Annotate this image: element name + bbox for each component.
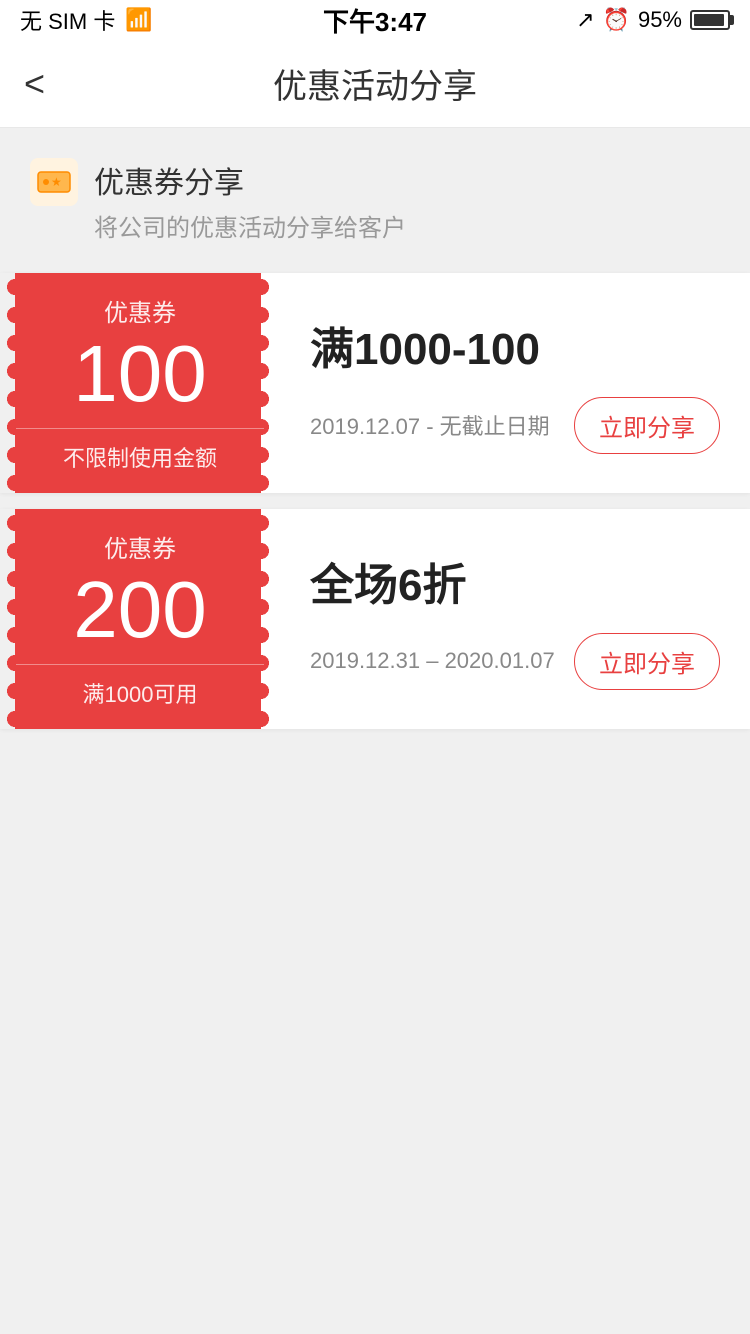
coupon-amount-1: 200 bbox=[73, 570, 206, 650]
status-right: ↗ ⏰ 95% bbox=[576, 7, 730, 33]
coupon-condition-1: 满1000可用 bbox=[16, 664, 264, 709]
coupon-label-0: 优惠券 bbox=[104, 293, 176, 328]
coupon-name-1: 全场6折 bbox=[310, 549, 720, 613]
alarm-icon: ⏰ bbox=[603, 7, 630, 33]
status-left: 无 SIM 卡 📶 bbox=[20, 4, 153, 36]
section-subtitle: 将公司的优惠活动分享给客户 bbox=[94, 208, 406, 243]
status-time: 下午3:47 bbox=[323, 2, 427, 39]
carrier-label: 无 SIM 卡 bbox=[20, 4, 115, 36]
coupon-left-1: 优惠券 200 满1000可用 bbox=[0, 509, 280, 729]
share-button-1[interactable]: 立即分享 bbox=[574, 633, 720, 690]
coupon-condition-0: 不限制使用金额 bbox=[16, 428, 264, 473]
location-icon: ↗ bbox=[576, 7, 594, 33]
coupon-amount-0: 100 bbox=[73, 334, 206, 414]
svg-text:★: ★ bbox=[51, 175, 62, 189]
coupon-meta-1: 2019.12.31 – 2020.01.07 立即分享 bbox=[310, 633, 720, 690]
status-bar: 无 SIM 卡 📶 下午3:47 ↗ ⏰ 95% bbox=[0, 0, 750, 40]
coupon-right-0: 满1000-100 2019.12.07 - 无截止日期 立即分享 bbox=[280, 273, 750, 493]
battery-percent: 95% bbox=[638, 7, 682, 33]
coupon-right-1: 全场6折 2019.12.31 – 2020.01.07 立即分享 bbox=[280, 509, 750, 729]
page-title: 优惠活动分享 bbox=[273, 59, 477, 108]
share-button-0[interactable]: 立即分享 bbox=[574, 397, 720, 454]
coupon-name-0: 满1000-100 bbox=[310, 313, 720, 377]
coupon-share-icon: ★ bbox=[30, 158, 78, 206]
section-title: 优惠券分享 bbox=[94, 158, 406, 202]
coupon-date-1: 2019.12.31 – 2020.01.07 bbox=[310, 648, 555, 674]
coupon-card: 优惠券 100 不限制使用金额 满1000-100 2019.12.07 - 无… bbox=[0, 273, 750, 493]
coupon-meta-0: 2019.12.07 - 无截止日期 立即分享 bbox=[310, 397, 720, 454]
nav-bar: < 优惠活动分享 bbox=[0, 40, 750, 128]
section-text: 优惠券分享 将公司的优惠活动分享给客户 bbox=[94, 158, 406, 243]
coupon-list: 优惠券 100 不限制使用金额 满1000-100 2019.12.07 - 无… bbox=[0, 263, 750, 729]
coupon-date-0: 2019.12.07 - 无截止日期 bbox=[310, 409, 550, 441]
back-button[interactable]: < bbox=[24, 63, 45, 105]
wifi-icon: 📶 bbox=[125, 7, 152, 33]
section-header: ★ 优惠券分享 将公司的优惠活动分享给客户 bbox=[0, 128, 750, 263]
empty-area bbox=[0, 745, 750, 1245]
coupon-label-1: 优惠券 bbox=[104, 529, 176, 564]
battery-icon bbox=[690, 10, 730, 30]
coupon-left-0: 优惠券 100 不限制使用金额 bbox=[0, 273, 280, 493]
coupon-card: 优惠券 200 满1000可用 全场6折 2019.12.31 – 2020.0… bbox=[0, 509, 750, 729]
